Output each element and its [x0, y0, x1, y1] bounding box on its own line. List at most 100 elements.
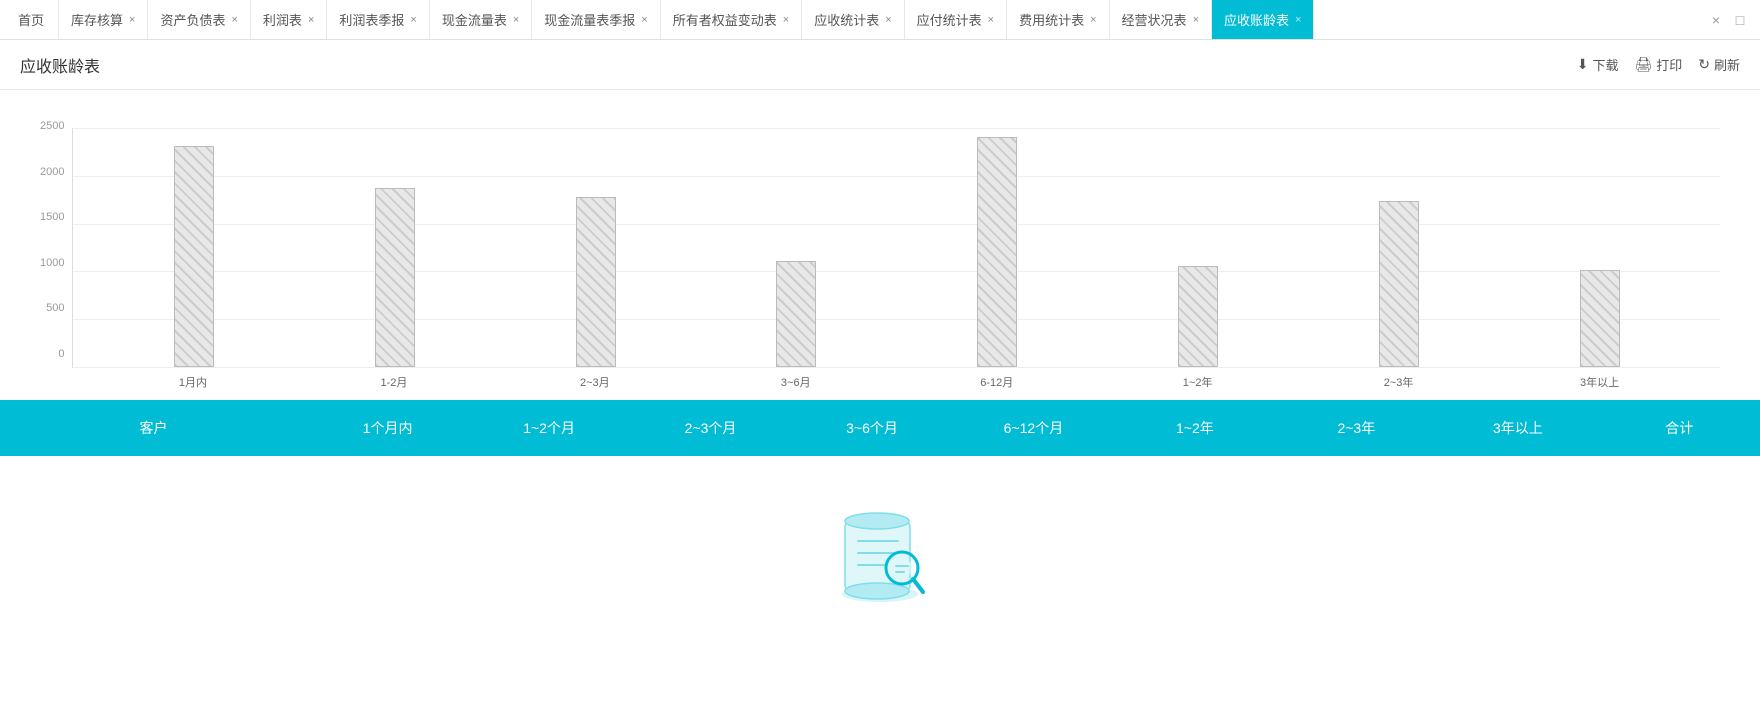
tab-cashflow[interactable]: 现金流量表 × — [430, 0, 532, 40]
x-label: 3~6月 — [766, 374, 826, 390]
bar — [776, 261, 816, 367]
page-title: 应收账龄表 — [20, 53, 100, 77]
bar — [174, 146, 214, 367]
bar — [1178, 266, 1218, 367]
tab-home-label: 首页 — [18, 10, 44, 29]
tab-expense-stat[interactable]: 费用统计表 × — [1007, 0, 1109, 40]
tab-close-icon[interactable]: × — [988, 14, 994, 26]
x-label: 1~2年 — [1168, 374, 1228, 390]
bar-group — [1178, 266, 1218, 367]
th-cell: 2~3年 — [1276, 418, 1437, 438]
x-label: 2~3月 — [565, 374, 625, 390]
maximize-window-button[interactable]: □ — [1732, 12, 1748, 28]
x-label: 3年以上 — [1570, 374, 1630, 390]
tab-close-icon[interactable]: × — [129, 14, 135, 26]
tab-home[interactable]: 首页 — [4, 0, 59, 40]
bar — [1580, 270, 1620, 367]
table-header: 客户1个月内1~2个月2~3个月3~6个月6~12个月1~2年2~3年3年以上合… — [0, 400, 1760, 456]
y-axis: 25002000150010005000 — [40, 120, 72, 360]
x-label: 1月内 — [163, 374, 223, 390]
chart-body: 1月内 1-2月 2~3月 3~6月 6-12月 1~2年 2~3年 3年以上 — [72, 128, 1720, 390]
x-label: 1-2月 — [364, 374, 424, 390]
bar-chart: 25002000150010005000 1月内1-2月2~3月3~6月6-12… — [40, 110, 1720, 390]
th-cell: 3~6个月 — [791, 418, 952, 438]
tab-equity[interactable]: 所有者权益变动表 × — [661, 0, 802, 40]
tab-close-icon[interactable]: × — [1295, 14, 1301, 26]
empty-icon — [820, 496, 940, 606]
y-label: 2500 — [40, 120, 64, 132]
download-label: 下载 — [1592, 55, 1618, 74]
th-cell: 客户 — [0, 418, 307, 438]
tab-label: 经营状况表 — [1122, 10, 1187, 29]
tab-cashflow-quarterly[interactable]: 现金流量表季报 × — [532, 0, 660, 40]
tab-close-icon[interactable]: × — [783, 14, 789, 26]
bar — [977, 137, 1017, 367]
tab-label: 应收统计表 — [814, 10, 879, 29]
refresh-label: 刷新 — [1714, 55, 1740, 74]
tab-label: 现金流量表季报 — [544, 10, 635, 29]
bar-group — [1379, 201, 1419, 367]
bar-group — [776, 261, 816, 367]
tab-label: 资产负债表 — [160, 10, 225, 29]
bar-group — [174, 146, 214, 367]
grid-line — [73, 367, 1720, 368]
tab-close-icon[interactable]: × — [231, 14, 237, 26]
page-header: 应收账龄表 ⬇ 下载 🖨 打印 ↻ 刷新 — [0, 40, 1760, 90]
chart-area: 25002000150010005000 1月内1-2月2~3月3~6月6-12… — [0, 90, 1760, 400]
bar — [576, 197, 616, 367]
tab-close-icon[interactable]: × — [308, 14, 314, 26]
tab-bar: 首页 库存核算×资产负债表×利润表×利润表季报×现金流量表×现金流量表季报×所有… — [0, 0, 1760, 40]
tab-label: 费用统计表 — [1019, 10, 1084, 29]
th-cell: 2~3个月 — [630, 418, 791, 438]
tab-label: 利润表 — [263, 10, 302, 29]
y-label: 1000 — [40, 257, 64, 269]
bar — [1379, 201, 1419, 367]
bar — [375, 188, 415, 367]
tab-label: 所有者权益变动表 — [673, 10, 777, 29]
y-label: 500 — [46, 302, 64, 314]
refresh-button[interactable]: ↻ 刷新 — [1698, 55, 1740, 74]
tab-label: 应收账龄表 — [1224, 10, 1289, 29]
th-cell: 合计 — [1599, 418, 1760, 438]
tab-profit[interactable]: 利润表 × — [251, 0, 327, 40]
tab-inventory[interactable]: 库存核算 × — [59, 0, 148, 40]
th-cell: 1~2个月 — [468, 418, 629, 438]
close-window-button[interactable]: × — [1708, 12, 1724, 28]
chart-grid-area — [72, 128, 1720, 368]
tab-close-icon[interactable]: × — [641, 14, 647, 26]
tab-label: 现金流量表 — [442, 10, 507, 29]
print-button[interactable]: 🖨 打印 — [1634, 55, 1682, 74]
x-label: 2~3年 — [1369, 374, 1429, 390]
y-label: 1500 — [40, 211, 64, 223]
x-labels: 1月内 1-2月 2~3月 3~6月 6-12月 1~2年 2~3年 3年以上 — [72, 368, 1720, 390]
refresh-icon: ↻ — [1698, 56, 1710, 73]
y-label: 0 — [58, 348, 64, 360]
x-label: 6-12月 — [967, 374, 1027, 390]
tab-close-icon[interactable]: × — [1193, 14, 1199, 26]
tab-close-icon[interactable]: × — [410, 14, 416, 26]
tab-close-icon[interactable]: × — [1090, 14, 1096, 26]
tab-profit-quarterly[interactable]: 利润表季报 × — [327, 0, 429, 40]
print-icon: 🖨 — [1634, 56, 1652, 73]
tab-receivable-stat[interactable]: 应收统计表 × — [802, 0, 904, 40]
tab-balance-sheet[interactable]: 资产负债表 × — [148, 0, 250, 40]
tab-label: 利润表季报 — [339, 10, 404, 29]
th-cell: 1个月内 — [307, 418, 468, 438]
bar-group — [576, 197, 616, 367]
tab-label: 应付统计表 — [917, 10, 982, 29]
th-cell: 3年以上 — [1437, 418, 1598, 438]
download-button[interactable]: ⬇ 下载 — [1577, 55, 1619, 74]
bar-group — [375, 188, 415, 367]
tab-label: 库存核算 — [71, 10, 123, 29]
th-cell: 6~12个月 — [953, 418, 1114, 438]
th-cell: 1~2年 — [1114, 418, 1275, 438]
tab-payable-stat[interactable]: 应付统计表 × — [905, 0, 1007, 40]
bar-group — [977, 137, 1017, 367]
tab-close-icon[interactable]: × — [885, 14, 891, 26]
tab-aging[interactable]: 应收账龄表 × — [1212, 0, 1314, 40]
tab-operation[interactable]: 经营状况表 × — [1110, 0, 1212, 40]
bars-container — [73, 128, 1720, 367]
download-icon: ⬇ — [1577, 56, 1589, 73]
print-label: 打印 — [1656, 55, 1682, 74]
tab-close-icon[interactable]: × — [513, 14, 519, 26]
